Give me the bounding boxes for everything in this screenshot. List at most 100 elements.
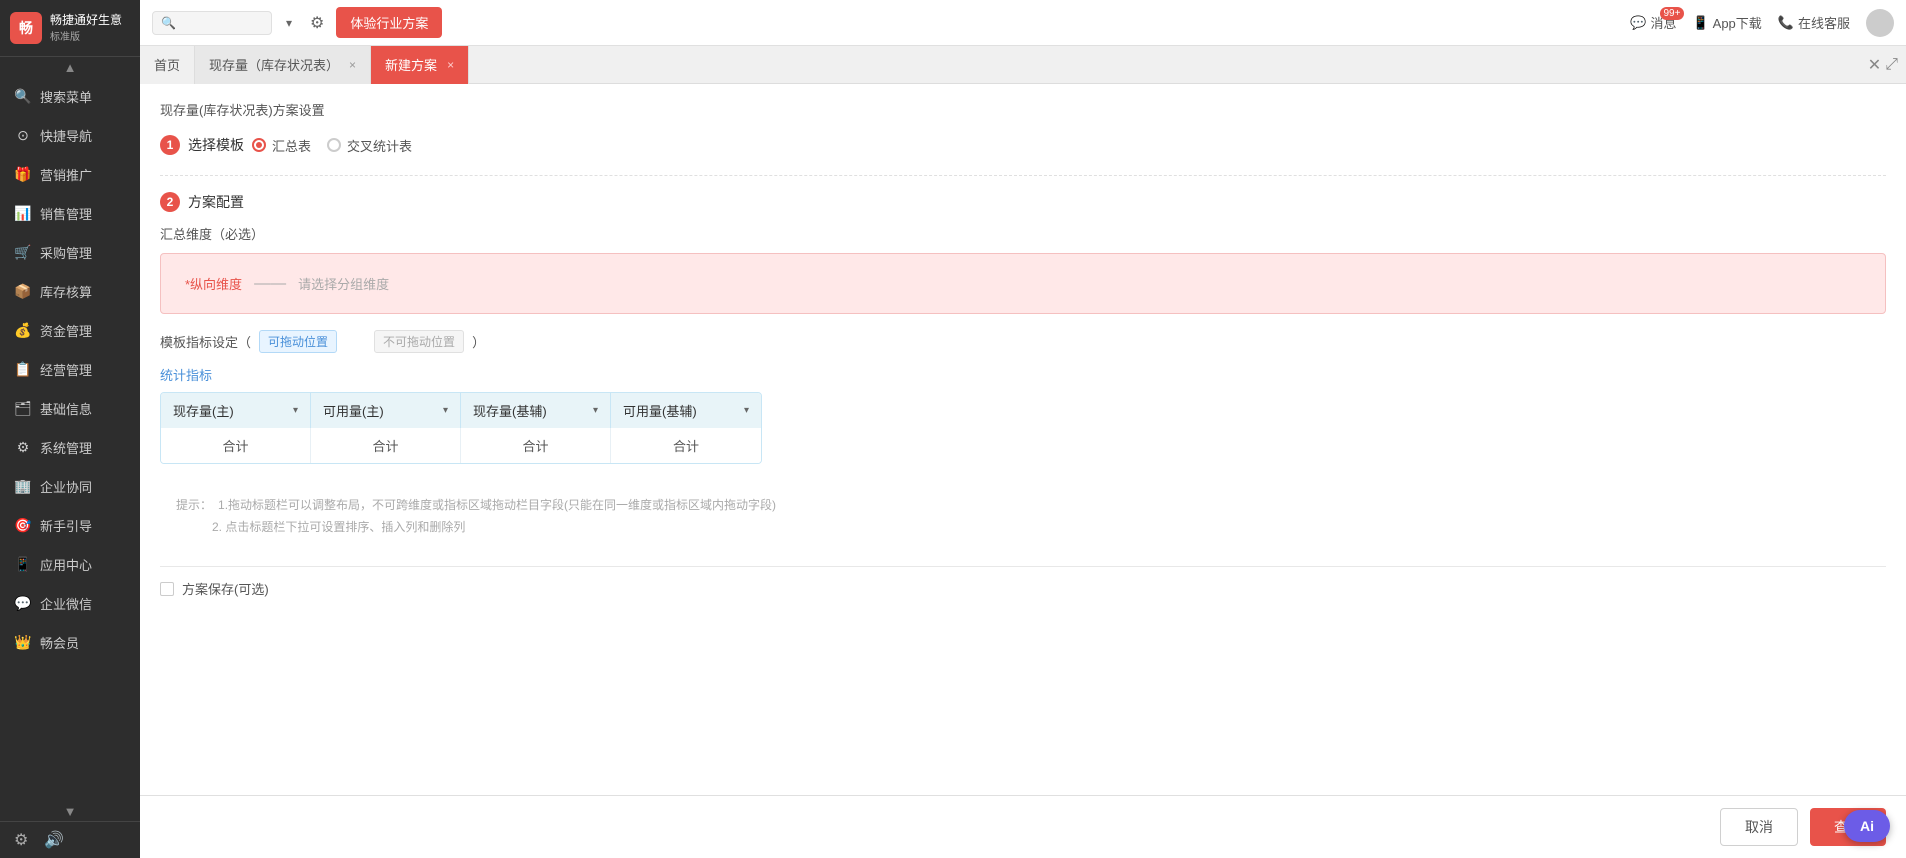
sidebar: 畅 畅捷通好生意 标准版 ▲ 🔍 搜索菜单 ⊙ 快捷导航 🎁 营销推广 📊 销售… xyxy=(0,0,140,858)
vertical-dimension-label: *纵向维度 xyxy=(185,274,242,293)
cancel-button[interactable]: 取消 xyxy=(1720,808,1798,846)
enterprise-icon: 🏢 xyxy=(14,478,32,496)
stats-col-2[interactable]: 现存量(基辅) ▾ xyxy=(461,393,611,428)
sidebar-item-operations[interactable]: 📋 经营管理 xyxy=(0,350,140,389)
customer-service-icon: 📞 xyxy=(1778,15,1794,31)
stats-col-1-chevron: ▾ xyxy=(443,405,448,416)
sidebar-item-marketing[interactable]: 🎁 营销推广 xyxy=(0,155,140,194)
tag-not-draggable: 不可拖动位置 xyxy=(374,330,464,353)
sidebar-nav: 🔍 搜索菜单 ⊙ 快捷导航 🎁 营销推广 📊 销售管理 🛒 采购管理 📦 库存核… xyxy=(0,77,140,801)
dimension-row: *纵向维度 —— 请选择分组维度 xyxy=(185,274,1861,293)
finance-icon: 💰 xyxy=(14,322,32,340)
sidebar-item-finance[interactable]: 💰 资金管理 xyxy=(0,311,140,350)
stats-col-3[interactable]: 可用量(基辅) ▾ xyxy=(611,393,761,428)
app-download-label: App下载 xyxy=(1713,13,1762,32)
dimension-area: *纵向维度 —— 请选择分组维度 xyxy=(160,253,1886,314)
dimension-line: —— xyxy=(254,275,286,293)
tab-inventory-status[interactable]: 现存量（库存状况表） × xyxy=(195,46,371,84)
sidebar-item-sales[interactable]: 📊 销售管理 xyxy=(0,194,140,233)
search-input[interactable] xyxy=(180,16,250,30)
tip-1-text: 1.拖动标题栏可以调整布局，不可跨维度或指标区域拖动栏目字段(只能在同一维度或指… xyxy=(218,495,776,517)
app-logo: 畅 畅捷通好生意 标准版 xyxy=(0,0,140,57)
tab-expand-icon[interactable]: ⤢ xyxy=(1885,56,1898,74)
message-icon: 💬 xyxy=(1630,15,1646,31)
tab-close-all-icon[interactable]: ✕ xyxy=(1868,55,1881,75)
ai-button[interactable]: Ai xyxy=(1844,810,1890,842)
sidebar-item-basics[interactable]: 🗂 基础信息 xyxy=(0,389,140,428)
content-area: 现存量(库存状况表)方案设置 1 选择模板 汇总表 交叉统计表 xyxy=(140,84,1906,795)
stats-cell-1: 合计 xyxy=(311,428,461,463)
inventory-icon: 📦 xyxy=(14,283,32,301)
stats-cell-3: 合计 xyxy=(611,428,761,463)
sidebar-item-shortcuts[interactable]: ⊙ 快捷导航 xyxy=(0,116,140,155)
message-badge[interactable]: 💬 消息 99+ xyxy=(1630,13,1676,32)
metrics-row: 模板指标设定（ 可拖动位置 不可拖动位置 ） xyxy=(160,330,1886,353)
sidebar-item-enterprise[interactable]: 🏢 企业协同 xyxy=(0,467,140,506)
sidebar-scroll-up[interactable]: ▲ xyxy=(0,57,140,77)
search-icon: 🔍 xyxy=(161,16,176,30)
stats-col-0-label: 现存量(主) xyxy=(173,401,234,420)
sidebar-settings-icon[interactable]: ⚙ xyxy=(14,830,28,850)
stats-title: 统计指标 xyxy=(160,365,1886,384)
tab-new-plan[interactable]: 新建方案 × xyxy=(371,46,469,84)
tip-2: 2. 点击标题栏下拉可设置排序、插入列和删除列 xyxy=(176,517,1870,539)
topbar-gear-icon[interactable]: ⚙ xyxy=(306,9,328,37)
tab-new-plan-label: 新建方案 xyxy=(385,55,437,74)
stats-col-0-chevron: ▾ xyxy=(293,405,298,416)
stats-table-header: 现存量(主) ▾ 可用量(主) ▾ 现存量(基辅) ▾ xyxy=(161,393,761,428)
sidebar-scroll-down[interactable]: ▼ xyxy=(0,801,140,821)
radio-cross[interactable]: 交叉统计表 xyxy=(327,136,412,155)
step2-title: 方案配置 xyxy=(188,192,244,212)
sidebar-item-search[interactable]: 🔍 搜索菜单 xyxy=(0,77,140,116)
sidebar-item-wechat[interactable]: 💬 企业微信 xyxy=(0,584,140,623)
sidebar-item-apps[interactable]: 📱 应用中心 xyxy=(0,545,140,584)
radio-summary-label: 汇总表 xyxy=(272,136,311,155)
radio-group: 汇总表 交叉统计表 xyxy=(252,136,412,155)
dimension-placeholder: 请选择分组维度 xyxy=(298,274,389,293)
tab-home[interactable]: 首页 xyxy=(140,46,195,84)
sidebar-item-system[interactable]: ⚙ 系统管理 xyxy=(0,428,140,467)
logo-text: 畅捷通好生意 标准版 xyxy=(50,13,122,44)
sidebar-item-newbie[interactable]: 🎯 新手引导 xyxy=(0,506,140,545)
step1-title: 选择模板 xyxy=(188,135,244,155)
step2-header: 2 方案配置 xyxy=(160,192,1886,212)
sidebar-item-membership[interactable]: 👑 畅会员 xyxy=(0,623,140,662)
divider-1 xyxy=(160,175,1886,176)
save-checkbox[interactable] xyxy=(160,582,174,596)
stats-col-0[interactable]: 现存量(主) ▾ xyxy=(161,393,311,428)
metrics-close: ） xyxy=(472,332,485,351)
tab-inventory-status-close[interactable]: × xyxy=(349,58,356,72)
stats-col-3-label: 可用量(基辅) xyxy=(623,401,697,420)
stats-col-1[interactable]: 可用量(主) ▾ xyxy=(311,393,461,428)
topbar-dropdown[interactable]: ▾ xyxy=(280,12,298,34)
topbar-search-box[interactable]: 🔍 xyxy=(152,11,272,35)
tab-inventory-status-label: 现存量（库存状况表） xyxy=(209,55,339,74)
sidebar-bottom: ⚙ 🔊 xyxy=(0,821,140,858)
sidebar-sound-icon[interactable]: 🔊 xyxy=(44,830,64,850)
stats-cell-0: 合计 xyxy=(161,428,311,463)
page-content: 现存量(库存状况表)方案设置 1 选择模板 汇总表 交叉统计表 xyxy=(140,84,1906,795)
step2-section: 2 方案配置 汇总维度（必选） *纵向维度 —— 请选择分组维度 模板指标设定（… xyxy=(160,192,1886,610)
tab-new-plan-close[interactable]: × xyxy=(447,58,454,72)
sidebar-item-inventory[interactable]: 📦 库存核算 xyxy=(0,272,140,311)
user-avatar[interactable] xyxy=(1866,9,1894,37)
step1-header: 1 选择模板 汇总表 交叉统计表 xyxy=(160,135,1886,155)
radio-summary[interactable]: 汇总表 xyxy=(252,136,311,155)
app-download-link[interactable]: 📱 App下载 xyxy=(1692,13,1761,32)
trial-button[interactable]: 体验行业方案 xyxy=(336,7,442,38)
radio-cross-circle xyxy=(327,138,341,152)
newbie-icon: 🎯 xyxy=(14,517,32,535)
marketing-icon: 🎁 xyxy=(14,166,32,184)
stats-cell-2: 合计 xyxy=(461,428,611,463)
radio-summary-circle xyxy=(252,138,266,152)
ai-label: Ai xyxy=(1860,818,1874,834)
membership-icon: 👑 xyxy=(14,634,32,652)
stats-col-2-chevron: ▾ xyxy=(593,405,598,416)
radio-cross-label: 交叉统计表 xyxy=(347,136,412,155)
sidebar-item-purchase[interactable]: 🛒 采购管理 xyxy=(0,233,140,272)
customer-service-link[interactable]: 📞 在线客服 xyxy=(1778,13,1850,32)
metrics-separator xyxy=(349,332,362,351)
message-count: 99+ xyxy=(1660,7,1685,20)
main-area: 🔍 ▾ ⚙ 体验行业方案 💬 消息 99+ 📱 App下载 📞 在线客服 xyxy=(140,0,1906,858)
tip-2-text: 2. 点击标题栏下拉可设置排序、插入列和删除列 xyxy=(212,517,465,539)
